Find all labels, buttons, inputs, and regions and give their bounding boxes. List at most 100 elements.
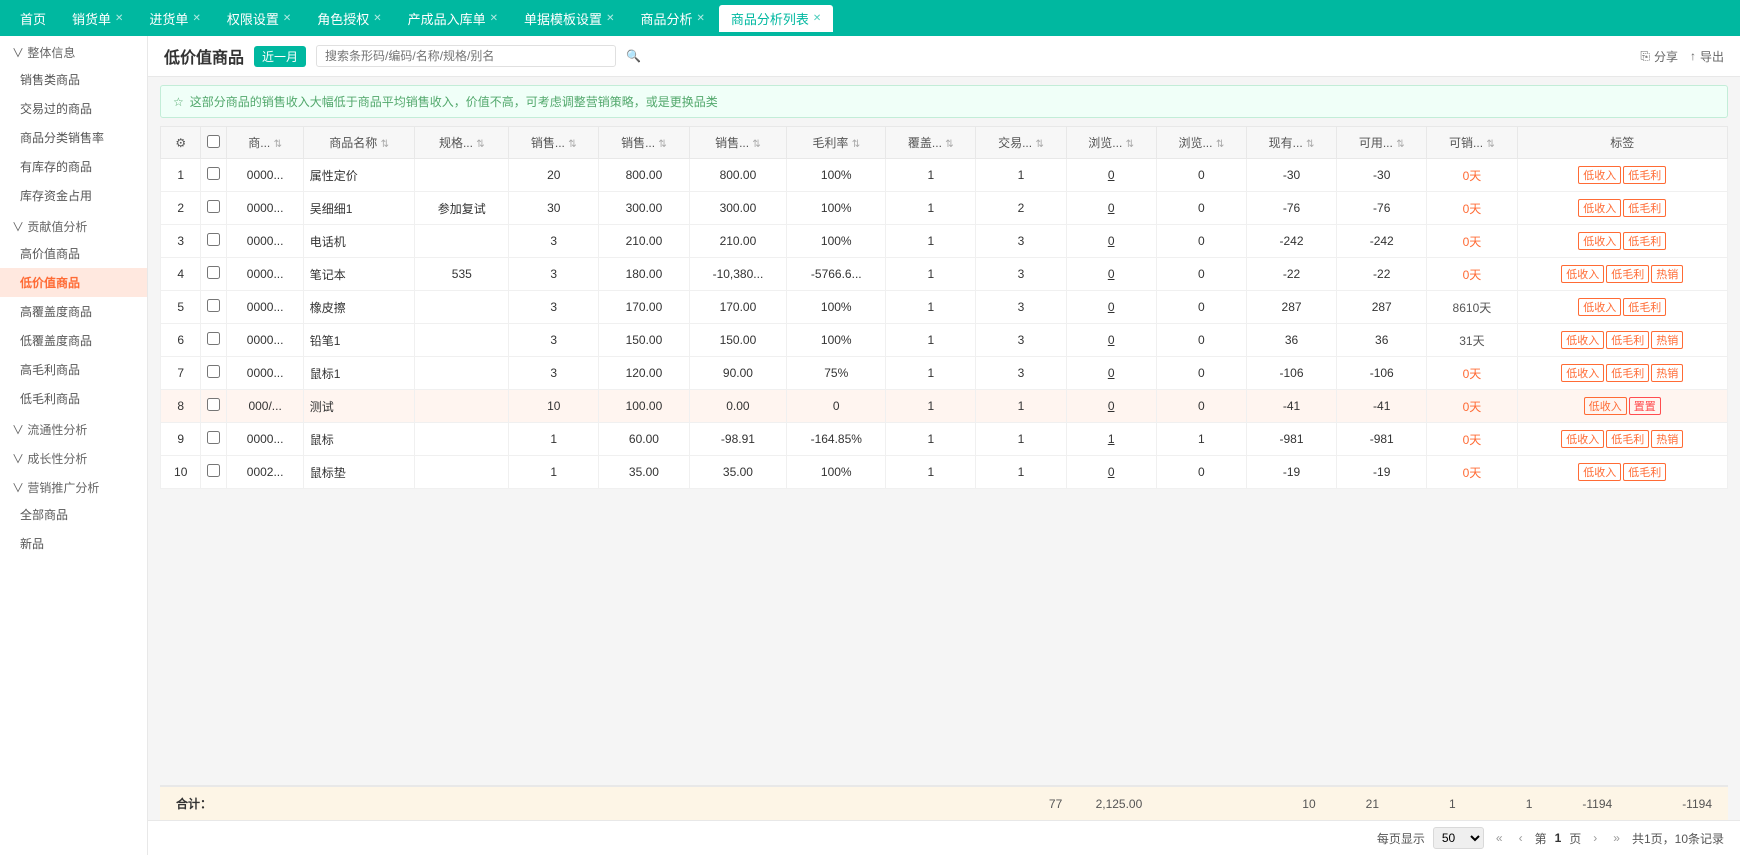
nav-home[interactable]: 首页 — [8, 5, 58, 32]
per-page-select[interactable]: 50 100 — [1433, 827, 1484, 849]
cell-checkbox[interactable] — [201, 390, 227, 423]
page-last-btn[interactable]: » — [1609, 830, 1624, 846]
sidebar-item-stock-products[interactable]: 有库存的商品 — [0, 152, 147, 181]
nav-purchase[interactable]: 进货单 ✕ — [137, 5, 212, 32]
sidebar-item-category-sales[interactable]: 商品分类销售率 — [0, 123, 147, 152]
select-all-checkbox[interactable] — [207, 135, 220, 148]
nav-permission-close[interactable]: ✕ — [283, 13, 291, 24]
cell-views1[interactable]: 0 — [1066, 291, 1156, 324]
sidebar-item-low-value[interactable]: 低价值商品 — [0, 268, 147, 297]
nav-analysis[interactable]: 商品分析 ✕ — [628, 5, 716, 32]
nav-warehouse[interactable]: 产成品入库单 ✕ — [396, 5, 510, 32]
cell-checkbox[interactable] — [201, 159, 227, 192]
cell-checkbox[interactable] — [201, 357, 227, 390]
views1-link[interactable]: 0 — [1108, 399, 1115, 413]
cell-views1[interactable]: 1 — [1066, 423, 1156, 456]
col-sales-price[interactable]: 销售... ⇅ — [599, 127, 689, 159]
sidebar-item-high-margin[interactable]: 高毛利商品 — [0, 355, 147, 384]
page-first-btn[interactable]: « — [1492, 830, 1507, 846]
col-settings[interactable]: ⚙ — [161, 127, 201, 159]
sidebar-item-low-coverage[interactable]: 低覆盖度商品 — [0, 326, 147, 355]
sidebar-item-sales-products[interactable]: 销售类商品 — [0, 65, 147, 94]
row-checkbox[interactable] — [207, 167, 220, 180]
nav-role-close[interactable]: ✕ — [373, 13, 381, 24]
nav-warehouse-close[interactable]: ✕ — [490, 13, 498, 24]
search-input[interactable] — [316, 45, 616, 67]
col-spec[interactable]: 规格... ⇅ — [415, 127, 509, 159]
views1-link[interactable]: 0 — [1108, 300, 1115, 314]
export-button[interactable]: ↑ 导出 — [1690, 48, 1724, 65]
cell-sales-price: 35.00 — [599, 456, 689, 489]
nav-analysis-close[interactable]: ✕ — [696, 13, 704, 24]
cell-checkbox[interactable] — [201, 225, 227, 258]
period-button[interactable]: 近一月 — [254, 46, 306, 67]
sidebar-item-all-products[interactable]: 全部商品 — [0, 500, 147, 529]
sidebar-item-high-value[interactable]: 高价值商品 — [0, 239, 147, 268]
views1-link[interactable]: 0 — [1108, 333, 1115, 347]
sidebar-item-low-margin[interactable]: 低毛利商品 — [0, 384, 147, 413]
nav-purchase-close[interactable]: ✕ — [192, 13, 200, 24]
col-sellable[interactable]: 可销... ⇅ — [1427, 127, 1517, 159]
row-checkbox[interactable] — [207, 299, 220, 312]
nav-template[interactable]: 单据模板设置 ✕ — [512, 5, 626, 32]
cell-checkbox[interactable] — [201, 192, 227, 225]
nav-role[interactable]: 角色授权 ✕ — [305, 5, 393, 32]
col-coverage[interactable]: 覆盖... ⇅ — [886, 127, 976, 159]
sidebar-item-new-products[interactable]: 新品 — [0, 529, 147, 558]
row-checkbox[interactable] — [207, 431, 220, 444]
row-checkbox[interactable] — [207, 266, 220, 279]
cell-checkbox[interactable] — [201, 324, 227, 357]
col-views1[interactable]: 浏览... ⇅ — [1066, 127, 1156, 159]
views1-link[interactable]: 0 — [1108, 465, 1115, 479]
nav-analysis-list[interactable]: 商品分析列表 ✕ — [719, 5, 833, 32]
tag: 热销 — [1651, 364, 1683, 382]
page-prev-btn[interactable]: ‹ — [1515, 830, 1527, 846]
share-button[interactable]: ⎘ 分享 — [1640, 48, 1678, 65]
views1-link[interactable]: 0 — [1108, 168, 1115, 182]
col-views2[interactable]: 浏览... ⇅ — [1156, 127, 1246, 159]
row-checkbox[interactable] — [207, 365, 220, 378]
cell-tags: 低收入置置 — [1517, 390, 1728, 423]
row-checkbox[interactable] — [207, 464, 220, 477]
nav-template-close[interactable]: ✕ — [606, 13, 614, 24]
nav-sales-close[interactable]: ✕ — [115, 13, 123, 24]
cell-checkbox[interactable] — [201, 291, 227, 324]
col-name[interactable]: 商品名称 ⇅ — [303, 127, 415, 159]
col-sales-amount[interactable]: 销售... ⇅ — [689, 127, 787, 159]
cell-views1[interactable]: 0 — [1066, 225, 1156, 258]
views1-link[interactable]: 0 — [1108, 234, 1115, 248]
cell-views1[interactable]: 0 — [1066, 192, 1156, 225]
nav-analysis-list-close[interactable]: ✕ — [813, 13, 821, 24]
views1-link[interactable]: 1 — [1108, 432, 1115, 446]
row-checkbox[interactable] — [207, 332, 220, 345]
col-checkbox[interactable] — [201, 127, 227, 159]
col-trade[interactable]: 交易... ⇅ — [976, 127, 1066, 159]
cell-views1[interactable]: 0 — [1066, 258, 1156, 291]
page-next-btn[interactable]: › — [1589, 830, 1601, 846]
col-current[interactable]: 现有... ⇅ — [1246, 127, 1336, 159]
row-checkbox[interactable] — [207, 233, 220, 246]
cell-views1[interactable]: 0 — [1066, 390, 1156, 423]
sidebar-item-traded-products[interactable]: 交易过的商品 — [0, 94, 147, 123]
row-checkbox[interactable] — [207, 398, 220, 411]
sidebar-item-stock-capital[interactable]: 库存资金占用 — [0, 181, 147, 210]
cell-views1[interactable]: 0 — [1066, 159, 1156, 192]
views1-link[interactable]: 0 — [1108, 267, 1115, 281]
cell-views1[interactable]: 0 — [1066, 324, 1156, 357]
cell-checkbox[interactable] — [201, 258, 227, 291]
col-available[interactable]: 可用... ⇅ — [1337, 127, 1427, 159]
nav-permission[interactable]: 权限设置 ✕ — [215, 5, 303, 32]
col-code[interactable]: 商... ⇅ — [227, 127, 303, 159]
cell-checkbox[interactable] — [201, 456, 227, 489]
search-icon[interactable]: 🔍 — [626, 49, 641, 63]
sidebar-item-high-coverage[interactable]: 高覆盖度商品 — [0, 297, 147, 326]
nav-sales[interactable]: 销货单 ✕ — [60, 5, 135, 32]
cell-views1[interactable]: 0 — [1066, 456, 1156, 489]
col-sales-qty[interactable]: 销售... ⇅ — [509, 127, 599, 159]
cell-views1[interactable]: 0 — [1066, 357, 1156, 390]
row-checkbox[interactable] — [207, 200, 220, 213]
views1-link[interactable]: 0 — [1108, 201, 1115, 215]
cell-checkbox[interactable] — [201, 423, 227, 456]
views1-link[interactable]: 0 — [1108, 366, 1115, 380]
col-margin[interactable]: 毛利率 ⇅ — [787, 127, 886, 159]
